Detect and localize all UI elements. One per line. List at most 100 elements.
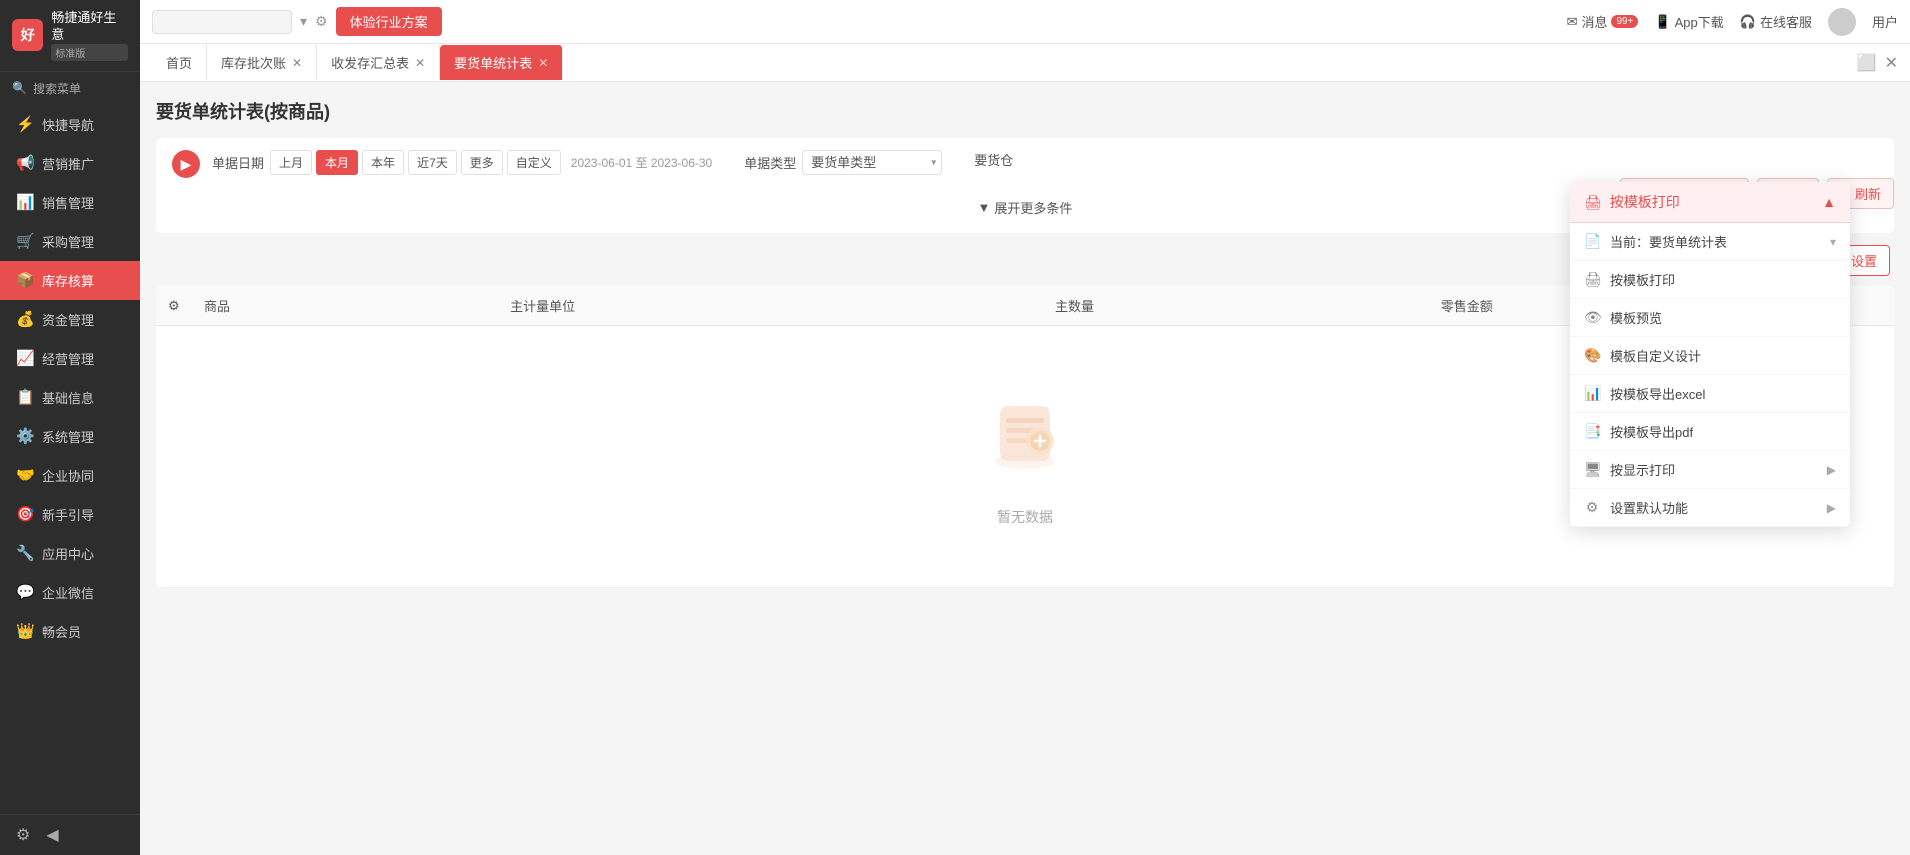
operation-icon: 📈 bbox=[16, 349, 34, 367]
empty-text: 暂无数据 bbox=[997, 507, 1053, 527]
filter-btn-last-month[interactable]: 上月 bbox=[270, 150, 312, 175]
basic-icon: 📋 bbox=[16, 388, 34, 406]
dropdown-item-default-func[interactable]: ⚙ 设置默认功能 ▶ bbox=[1570, 489, 1850, 527]
apps-icon: 🔧 bbox=[16, 544, 34, 562]
phone-icon: 📱 bbox=[1654, 14, 1670, 30]
expand-more-btn[interactable]: ▼ 展开更多条件 bbox=[968, 194, 1083, 221]
dropdown-item-display-print[interactable]: 🖥 按显示打印 ▶ bbox=[1570, 451, 1850, 489]
filter-date-group: 单据日期 上月 本月 本年 近7天 更多 自定义 2023-06-01 至 20… bbox=[212, 150, 712, 175]
online-service-btn[interactable]: 🎧 在线客服 bbox=[1740, 12, 1812, 31]
topbar-dropdown-icon[interactable]: ▾ bbox=[300, 13, 307, 30]
display-print-icon: 🖥 bbox=[1584, 461, 1600, 478]
filter-btn-7days[interactable]: 近7天 bbox=[408, 150, 457, 175]
sidebar-item-label: 采购管理 bbox=[42, 232, 94, 251]
th-unit: 主计量单位 bbox=[498, 286, 1043, 326]
filter-goods-group: 要货仓 bbox=[974, 150, 1013, 169]
tab-home[interactable]: 首页 bbox=[152, 45, 207, 80]
tab-inventory-batch[interactable]: 库存批次账 ✕ bbox=[207, 45, 317, 80]
sidebar-item-wechat[interactable]: 💬 企业微信 bbox=[0, 573, 140, 612]
tab-maximize-btn[interactable]: ⬜ bbox=[1857, 53, 1877, 73]
filter-expand-btn[interactable]: ▶ bbox=[172, 150, 200, 178]
sidebar-search[interactable]: 🔍 搜索菜单 bbox=[0, 72, 140, 105]
industry-btn[interactable]: 体验行业方案 bbox=[336, 7, 442, 36]
page-title: 要货单统计表(按商品) bbox=[156, 98, 1894, 124]
dropdown-item-template-preview[interactable]: 👁 模板预览 bbox=[1570, 299, 1850, 337]
dropdown-item-template-excel[interactable]: 📊 按模板导出excel bbox=[1570, 375, 1850, 413]
template-excel-icon: 📊 bbox=[1584, 385, 1600, 402]
sidebar-item-member[interactable]: 👑 畅会员 bbox=[0, 612, 140, 651]
sidebar-item-purchase[interactable]: 🛒 采购管理 bbox=[0, 222, 140, 261]
guide-icon: 🎯 bbox=[16, 505, 34, 523]
sidebar-item-collab[interactable]: 🤝 企业协同 bbox=[0, 456, 140, 495]
filter-btn-this-month[interactable]: 本月 bbox=[316, 150, 358, 175]
filter-btn-this-year[interactable]: 本年 bbox=[362, 150, 404, 175]
template-design-icon: 🎨 bbox=[1584, 347, 1600, 364]
filter-type-group: 单据类型 要货单类型 bbox=[744, 150, 942, 175]
sidebar-item-label: 应用中心 bbox=[42, 544, 94, 563]
sidebar-item-label: 畅会员 bbox=[42, 622, 81, 641]
filter-btn-custom[interactable]: 自定义 bbox=[507, 150, 561, 175]
sidebar-item-apps[interactable]: 🔧 应用中心 bbox=[0, 534, 140, 573]
sidebar-item-system[interactable]: ⚙️ 系统管理 bbox=[0, 417, 140, 456]
sidebar-nav: ⚡ 快捷导航 📢 营销推广 📊 销售管理 🛒 采购管理 📦 库存核算 💰 资金管… bbox=[0, 105, 140, 814]
tab-inventory-batch-close[interactable]: ✕ bbox=[292, 56, 302, 70]
sidebar-item-quick-nav[interactable]: ⚡ 快捷导航 bbox=[0, 105, 140, 144]
system-icon: ⚙️ bbox=[16, 427, 34, 445]
filter-btn-more[interactable]: 更多 bbox=[461, 150, 503, 175]
user-avatar[interactable] bbox=[1828, 8, 1856, 36]
tab-receipt-summary-close[interactable]: ✕ bbox=[415, 56, 425, 70]
tab-order-stats[interactable]: 要货单统计表 ✕ bbox=[440, 45, 563, 80]
current-arrow: ▾ bbox=[1830, 235, 1836, 249]
dropdown-item-current[interactable]: 📄 当前：要货单统计表 ▾ bbox=[1570, 223, 1850, 261]
sidebar-item-label: 基础信息 bbox=[42, 388, 94, 407]
template-preview-label: 模板预览 bbox=[1610, 308, 1662, 327]
dropdown-item-template-design[interactable]: 🎨 模板自定义设计 bbox=[1570, 337, 1850, 375]
sidebar-item-basic[interactable]: 📋 基础信息 bbox=[0, 378, 140, 417]
topbar-settings-icon[interactable]: ⚙ bbox=[315, 13, 328, 30]
sidebar-item-guide[interactable]: 🎯 新手引导 bbox=[0, 495, 140, 534]
collapse-icon[interactable]: ◀ bbox=[46, 825, 58, 845]
current-template-icon: 📄 bbox=[1584, 233, 1600, 250]
dropdown-item-template-print[interactable]: 🖨 按模板打印 bbox=[1570, 261, 1850, 299]
headset-icon: 🎧 bbox=[1740, 14, 1756, 30]
message-icon: ✉ bbox=[1567, 14, 1578, 30]
sidebar-item-label: 快捷导航 bbox=[42, 115, 94, 134]
dropdown-title: 按模板打印 bbox=[1610, 192, 1680, 212]
template-pdf-label: 按模板导出pdf bbox=[1610, 422, 1693, 441]
messages-badge: 99+ bbox=[1611, 15, 1638, 28]
dropdown-header: 🖨 按模板打印 ▲ bbox=[1570, 182, 1850, 223]
topbar-search-input[interactable] bbox=[152, 10, 292, 34]
dropdown-item-template-pdf[interactable]: 📑 按模板导出pdf bbox=[1570, 413, 1850, 451]
app-download-label: App下载 bbox=[1675, 12, 1724, 31]
tab-receipt-summary-label: 收发存汇总表 bbox=[331, 53, 409, 72]
filter-type-select[interactable]: 要货单类型 bbox=[802, 150, 942, 175]
sidebar-item-sales[interactable]: 📊 销售管理 bbox=[0, 183, 140, 222]
th-gear[interactable]: ⚙ bbox=[156, 286, 192, 326]
sidebar-item-operation[interactable]: 📈 经营管理 bbox=[0, 339, 140, 378]
settings-icon[interactable]: ⚙ bbox=[16, 825, 30, 845]
sidebar-item-label: 系统管理 bbox=[42, 427, 94, 446]
printer-icon: 🖨 bbox=[1584, 194, 1602, 211]
collab-icon: 🤝 bbox=[16, 466, 34, 484]
sidebar-item-label: 新手引导 bbox=[42, 505, 94, 524]
app-tag: 标准版 bbox=[51, 44, 128, 61]
sidebar-item-inventory[interactable]: 📦 库存核算 bbox=[0, 261, 140, 300]
sidebar-item-finance[interactable]: 💰 资金管理 bbox=[0, 300, 140, 339]
tab-order-stats-close[interactable]: ✕ bbox=[538, 56, 548, 70]
filter-type-label: 单据类型 bbox=[744, 153, 796, 172]
tab-inventory-batch-label: 库存批次账 bbox=[221, 53, 286, 72]
th-quantity: 主数量 bbox=[1043, 286, 1429, 326]
sidebar-item-label: 销售管理 bbox=[42, 193, 94, 212]
messages-btn[interactable]: ✉ 消息 99+ bbox=[1567, 12, 1639, 31]
tab-close-btn[interactable]: ✕ bbox=[1885, 53, 1898, 73]
dropdown-collapse-arrow[interactable]: ▲ bbox=[1822, 194, 1836, 210]
print-dropdown: 🖨 按模板打印 ▲ 📄 当前：要货单统计表 ▾ 🖨 按模板打印 👁 模板预览 bbox=[1570, 182, 1850, 527]
messages-label: 消息 bbox=[1581, 12, 1607, 31]
sidebar-item-label: 资金管理 bbox=[42, 310, 94, 329]
default-func-arrow: ▶ bbox=[1827, 501, 1836, 515]
tab-home-label: 首页 bbox=[166, 53, 192, 72]
tab-receipt-summary[interactable]: 收发存汇总表 ✕ bbox=[317, 45, 440, 80]
tab-order-stats-label: 要货单统计表 bbox=[454, 53, 532, 72]
sidebar-item-marketing[interactable]: 📢 营销推广 bbox=[0, 144, 140, 183]
app-download-btn[interactable]: 📱 App下载 bbox=[1654, 12, 1723, 31]
